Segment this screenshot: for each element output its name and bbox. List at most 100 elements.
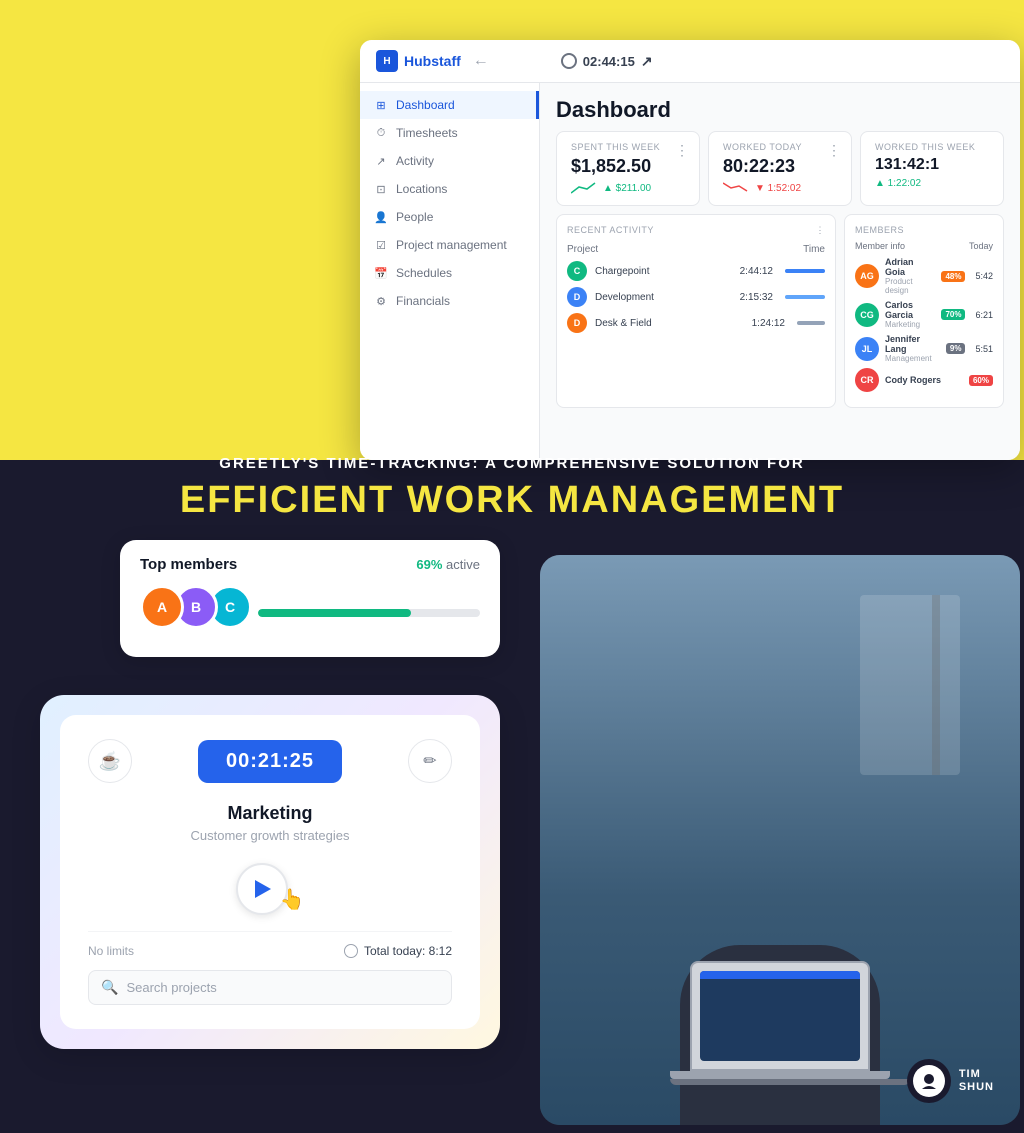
coffee-icon-button[interactable]: ☕ bbox=[88, 739, 132, 783]
ra-time-desk-field: 1:24:12 bbox=[752, 318, 785, 329]
sidebar-item-project-management[interactable]: ☑ Project management bbox=[360, 231, 539, 259]
member-header-info: Member info bbox=[855, 241, 905, 251]
stat-delta-today: ▼ 1:52:02 bbox=[723, 181, 837, 195]
photo-background bbox=[540, 555, 1020, 1125]
mobile-timer-card: ☕ 00:21:25 ✏ Marketing Customer growth s… bbox=[40, 695, 500, 1049]
recent-activity-headers: Project Time bbox=[567, 244, 825, 255]
sidebar-item-activity[interactable]: ↗ Activity bbox=[360, 147, 539, 175]
sidebar-label-project-management: Project management bbox=[396, 238, 507, 252]
window-divider bbox=[932, 595, 940, 775]
sidebar-item-locations[interactable]: ⊡ Locations bbox=[360, 175, 539, 203]
headline-section: GREETLY'S TIME-TRACKING: A COMPREHENSIVE… bbox=[0, 455, 1024, 522]
ra-time-development: 2:15:32 bbox=[740, 292, 773, 303]
search-projects-input[interactable]: 🔍 Search projects bbox=[88, 970, 452, 1005]
member-time-jennifer: 5:51 bbox=[975, 344, 993, 354]
stat-delta-week: ▲ 1:22:02 bbox=[875, 178, 989, 189]
member-time-carlos: 6:21 bbox=[975, 310, 993, 320]
stat-value-week: 131:42:1 bbox=[875, 156, 989, 174]
member-info-adrian: Adrian Goia Product design bbox=[885, 257, 935, 295]
dashboard-main: Dashboard SPENT THIS WEEK $1,852.50 ▲ $2… bbox=[540, 83, 1020, 460]
activity-icon: ↗ bbox=[374, 154, 388, 168]
timesheets-icon: ⏱ bbox=[374, 126, 388, 140]
mobile-limits-row: No limits Total today: 8:12 bbox=[88, 931, 452, 958]
mobile-timer-display: 00:21:25 bbox=[198, 740, 342, 783]
dashboard-bottom: RECENT ACTIVITY ⋮ Project Time C Chargep… bbox=[540, 214, 1020, 408]
back-arrow-icon[interactable]: ← bbox=[473, 52, 489, 70]
top-members-progress-container bbox=[258, 609, 480, 617]
member-avatar-cg: CG bbox=[855, 303, 879, 327]
ra-row-desk-field: D Desk & Field 1:24:12 bbox=[567, 313, 825, 333]
member-name-adrian: Adrian Goia bbox=[885, 257, 935, 277]
play-triangle-icon bbox=[255, 880, 271, 898]
sidebar-item-timesheets[interactable]: ⏱ Timesheets bbox=[360, 119, 539, 147]
dashboard-layout: ⊞ Dashboard ⏱ Timesheets ↗ Activity ⊡ Lo… bbox=[360, 83, 1020, 460]
project-dot-d: D bbox=[567, 287, 587, 307]
member-name-carlos: Carlos Garcia bbox=[885, 300, 935, 320]
stat-label-today: WORKED TODAY bbox=[723, 142, 837, 152]
watermark-line1: TIM bbox=[959, 1068, 994, 1081]
members-title: MEMBERS bbox=[855, 225, 993, 235]
member-role-adrian: Product design bbox=[885, 277, 935, 295]
sidebar-item-financials[interactable]: ⚙ Financials bbox=[360, 287, 539, 315]
recent-activity-title: RECENT ACTIVITY ⋮ bbox=[567, 225, 825, 236]
member-badge-adrian: 48% bbox=[941, 271, 965, 282]
total-today: Total today: 8:12 bbox=[344, 944, 452, 958]
search-placeholder: Search projects bbox=[126, 980, 216, 995]
recent-activity-menu[interactable]: ⋮ bbox=[816, 225, 826, 236]
dashboard-sidebar: ⊞ Dashboard ⏱ Timesheets ↗ Activity ⊡ Lo… bbox=[360, 83, 540, 460]
window-light bbox=[860, 595, 960, 775]
member-role-carlos: Marketing bbox=[885, 320, 935, 329]
person-photo bbox=[540, 555, 1020, 1125]
top-members-active: 69% active bbox=[416, 557, 480, 572]
stat-menu-dots[interactable]: ⋮ bbox=[675, 142, 689, 159]
members-panel: MEMBERS Member info Today AG Adrian Goia… bbox=[844, 214, 1004, 408]
sidebar-label-activity: Activity bbox=[396, 154, 434, 168]
schedules-icon: 📅 bbox=[374, 266, 388, 280]
sidebar-item-people[interactable]: 👤 People bbox=[360, 203, 539, 231]
member-row-carlos: CG Carlos Garcia Marketing 70% 6:21 bbox=[855, 300, 993, 329]
laptop-screen-content bbox=[700, 971, 860, 1061]
expand-icon[interactable]: ↗ bbox=[641, 53, 653, 70]
stat-menu-dots-2[interactable]: ⋮ bbox=[827, 142, 841, 159]
edit-icon-button[interactable]: ✏ bbox=[408, 739, 452, 783]
ra-name-desk-field: Desk & Field bbox=[595, 318, 744, 329]
member-avatar-ag: AG bbox=[855, 264, 879, 288]
dashboard-title: Dashboard bbox=[540, 83, 1020, 131]
active-percentage: 69% bbox=[416, 557, 442, 572]
search-icon: 🔍 bbox=[101, 979, 118, 996]
dashboard-topbar: H Hubstaff ← 02:44:15 ↗ bbox=[360, 40, 1020, 83]
timer-display: 02:44:15 ↗ bbox=[561, 53, 653, 70]
total-today-label: Total today: 8:12 bbox=[364, 944, 452, 958]
laptop-keyboard-base bbox=[670, 1079, 910, 1085]
member-row-jennifer: JL Jennifer Lang Management 9% 5:51 bbox=[855, 334, 993, 363]
stat-label-week: WORKED THIS WEEK bbox=[875, 142, 989, 152]
watermark-line2: SHUN bbox=[959, 1081, 994, 1094]
mobile-controls-row: ☕ 00:21:25 ✏ bbox=[88, 739, 452, 783]
top-members-row: A B C bbox=[140, 585, 480, 641]
top-members-progress-bar bbox=[258, 609, 480, 617]
timer-icon bbox=[561, 53, 577, 69]
top-members-card: Top members 69% active A B C bbox=[120, 540, 500, 657]
stat-card-week: WORKED THIS WEEK 131:42:1 ▲ 1:22:02 bbox=[860, 131, 1004, 206]
member-avatar-1: A bbox=[140, 585, 184, 629]
ra-name-chargepoint: Chargepoint bbox=[595, 266, 732, 277]
stat-value-spent: $1,852.50 bbox=[571, 156, 685, 177]
sidebar-label-schedules: Schedules bbox=[396, 266, 452, 280]
photo-content bbox=[540, 555, 1020, 1125]
ra-row-development: D Development 2:15:32 bbox=[567, 287, 825, 307]
hubstaff-name: Hubstaff bbox=[404, 53, 461, 69]
member-name-jennifer: Jennifer Lang bbox=[885, 334, 940, 354]
top-members-avatars: A B C bbox=[140, 585, 242, 629]
dashboard-icon: ⊞ bbox=[374, 98, 388, 112]
top-members-progress-fill bbox=[258, 609, 411, 617]
sidebar-item-dashboard[interactable]: ⊞ Dashboard bbox=[360, 91, 539, 119]
sidebar-label-dashboard: Dashboard bbox=[396, 98, 455, 112]
member-role-jennifer: Management bbox=[885, 354, 940, 363]
greetly-watermark: TIM SHUN bbox=[907, 1059, 994, 1103]
member-time-adrian: 5:42 bbox=[975, 271, 993, 281]
greetly-text: TIM SHUN bbox=[959, 1068, 994, 1094]
sidebar-item-schedules[interactable]: 📅 Schedules bbox=[360, 259, 539, 287]
member-badge-cody: 60% bbox=[969, 375, 993, 386]
cursor-icon: 👆 bbox=[280, 887, 305, 912]
member-info-carlos: Carlos Garcia Marketing bbox=[885, 300, 935, 329]
